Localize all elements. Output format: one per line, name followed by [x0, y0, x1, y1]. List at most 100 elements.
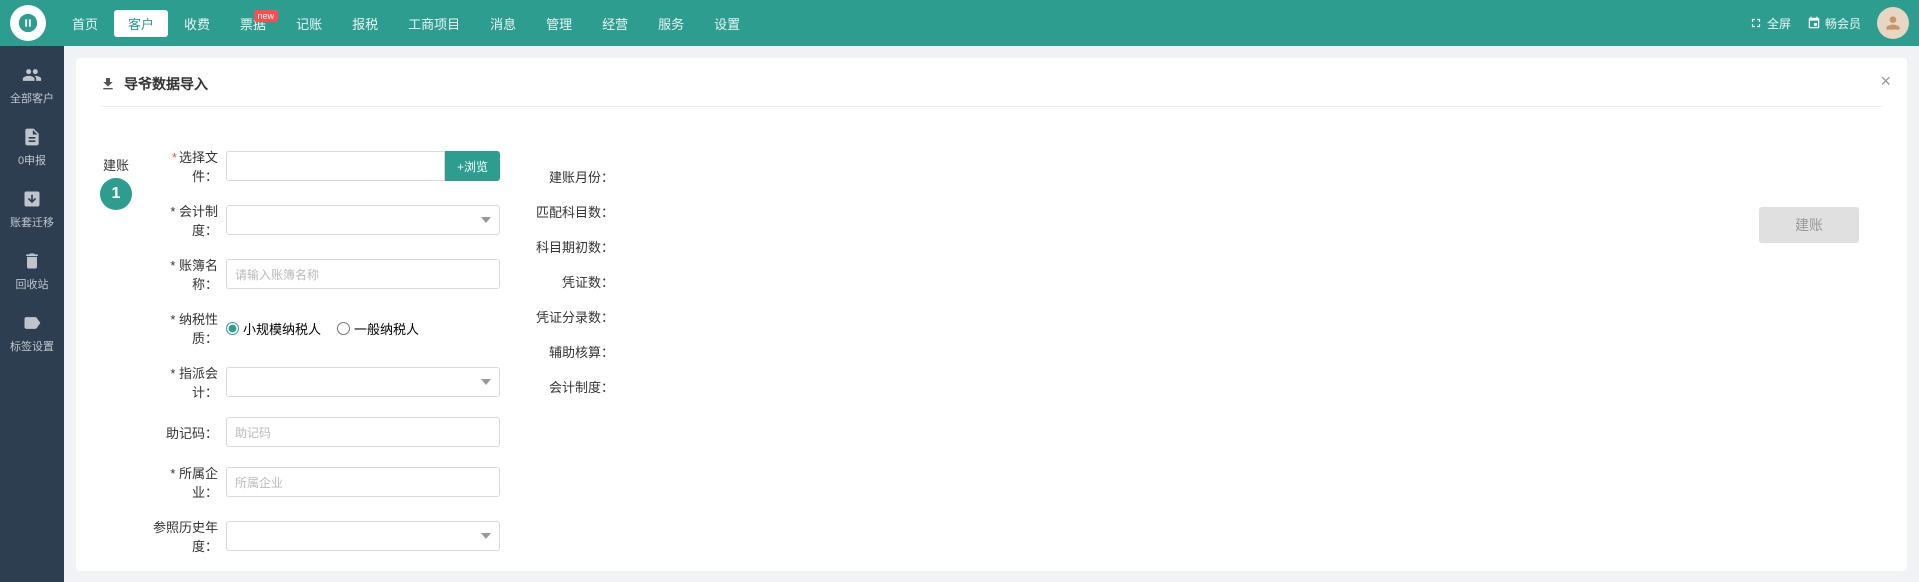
memo-label: 助记码： — [148, 423, 218, 442]
step-section: 建账 1 *选择文件： — [100, 147, 500, 555]
close-button[interactable]: × — [1880, 72, 1891, 90]
sidebar-item-label: 全部客户 — [10, 90, 54, 106]
voucher-label: 凭证数： — [524, 272, 614, 291]
sidebar-item-label: 账套迁移 — [10, 214, 54, 230]
declare-icon — [21, 126, 43, 148]
sidebar-item-all-customers[interactable]: 全部客户 — [0, 54, 64, 116]
accounting-system-select[interactable] — [226, 205, 500, 235]
tax-small-radio[interactable]: 小规模纳税人 — [226, 319, 321, 338]
navbar: 首页 客户 收费 票据 new 记账 报税 工商项目 消息 管理 经营 服务 设… — [0, 0, 1919, 46]
sidebar-item-trash[interactable]: 回收站 — [0, 240, 64, 302]
tag-icon — [21, 312, 43, 334]
accounting-system-info-row: 会计制度： — [524, 377, 1759, 396]
sidebar: 全部客户 0申报 账套迁移 回收站 — [0, 46, 64, 582]
subjects-initial-row: 科目期初数： — [524, 237, 1759, 256]
history-year-row: 参照历史年度： — [148, 517, 500, 555]
step-circle: 1 — [100, 178, 132, 210]
new-badge: new — [254, 10, 279, 22]
form-left: 建账 1 *选择文件： — [100, 127, 500, 555]
nav-operate[interactable]: 经营 — [588, 10, 642, 37]
fullscreen-icon — [1749, 16, 1763, 30]
match-subjects-label: 匹配科目数： — [524, 202, 614, 221]
build-button[interactable]: 建账 — [1759, 207, 1859, 243]
sidebar-item-label: 标签设置 — [10, 338, 54, 354]
voucher-entries-label: 凭证分录数： — [524, 307, 614, 326]
voucher-entries-row: 凭证分录数： — [524, 307, 1759, 326]
right-col-info: 建账月份： 匹配科目数： 科目期初数： — [524, 147, 1759, 535]
history-year-select[interactable] — [226, 521, 500, 551]
nav-service[interactable]: 服务 — [644, 10, 698, 37]
content-area: 导爷数据导入 × 建账 1 — [64, 46, 1919, 582]
accounting-system-row: * 会计制度： — [148, 201, 500, 239]
nav-fee[interactable]: 收费 — [170, 10, 224, 37]
form-fields: *选择文件： +浏览 * 会计制度： — [148, 147, 500, 555]
step-text: 建账 — [103, 155, 129, 174]
company-row: * 所属企业： — [148, 463, 500, 501]
tax-general-input[interactable] — [337, 322, 350, 335]
tax-type-row: * 纳税性质： 小规模纳税人 一般纳税人 — [148, 309, 500, 347]
auxiliary-row: 辅助核算： — [524, 342, 1759, 361]
sidebar-item-label: 0申报 — [18, 152, 46, 168]
voucher-row: 凭证数： — [524, 272, 1759, 291]
nav-customer[interactable]: 客户 — [114, 10, 168, 37]
form-container: 建账 1 *选择文件： — [100, 127, 1883, 555]
accountant-label: * 指派会计： — [148, 363, 218, 401]
memo-input[interactable] — [226, 417, 500, 447]
nav-business[interactable]: 工商项目 — [394, 10, 474, 37]
tax-type-label: * 纳税性质： — [148, 309, 218, 347]
tax-general-radio[interactable]: 一般纳税人 — [337, 319, 419, 338]
tax-small-input[interactable] — [226, 322, 239, 335]
nav-message[interactable]: 消息 — [476, 10, 530, 37]
browse-button[interactable]: +浏览 — [445, 151, 500, 181]
auxiliary-label: 辅助核算： — [524, 342, 614, 361]
main-card: 导爷数据导入 × 建账 1 — [76, 58, 1907, 571]
trash-icon — [21, 250, 43, 272]
fullscreen-btn[interactable]: 全屏 — [1749, 15, 1791, 32]
tax-radio-group: 小规模纳税人 一般纳税人 — [226, 319, 419, 338]
migrate-icon — [21, 188, 43, 210]
file-label: *选择文件： — [148, 147, 218, 185]
page-title: 导爷数据导入 — [124, 74, 208, 94]
company-label: * 所属企业： — [148, 463, 218, 501]
sidebar-item-tag[interactable]: 标签设置 — [0, 302, 64, 364]
file-row: *选择文件： +浏览 — [148, 147, 500, 185]
sidebar-item-label: 回收站 — [16, 276, 49, 292]
sidebar-item-declare[interactable]: 0申报 — [0, 116, 64, 178]
accounting-system-info-label: 会计制度： — [524, 377, 614, 396]
import-icon — [100, 76, 116, 92]
accountant-select[interactable] — [226, 367, 500, 397]
step-label: 建账 1 — [100, 147, 132, 210]
form-right: 建账月份： 匹配科目数： 科目期初数： — [500, 127, 1883, 555]
company-input[interactable] — [226, 467, 500, 497]
card-header: 导爷数据导入 — [100, 74, 1883, 107]
file-text-input[interactable] — [226, 151, 445, 181]
history-year-label: 参照历史年度： — [148, 517, 218, 555]
build-month-row: 建账月份： — [524, 167, 1759, 186]
nav-items: 首页 客户 收费 票据 new 记账 报税 工商项目 消息 管理 经营 服务 设… — [58, 10, 1749, 37]
avatar-icon — [1883, 13, 1903, 33]
memo-row: 助记码： — [148, 417, 500, 447]
nav-home[interactable]: 首页 — [58, 10, 112, 37]
member-btn[interactable]: 畅会员 — [1807, 15, 1861, 32]
nav-ticket[interactable]: 票据 new — [226, 10, 280, 37]
right-columns: 建账月份： 匹配科目数： 科目期初数： — [524, 147, 1859, 535]
subjects-initial-label: 科目期初数： — [524, 237, 614, 256]
nav-account[interactable]: 记账 — [282, 10, 336, 37]
nav-tax[interactable]: 报税 — [338, 10, 392, 37]
accounting-system-label: * 会计制度： — [148, 201, 218, 239]
navbar-right: 全屏 畅会员 — [1749, 7, 1909, 39]
main-layout: 全部客户 0申报 账套迁移 回收站 — [0, 46, 1919, 582]
build-month-label: 建账月份： — [524, 167, 614, 186]
account-name-input[interactable] — [226, 259, 500, 289]
logo[interactable] — [10, 5, 46, 41]
sidebar-item-migrate[interactable]: 账套迁移 — [0, 178, 64, 240]
member-icon — [1807, 16, 1821, 30]
users-icon — [21, 64, 43, 86]
avatar[interactable] — [1877, 7, 1909, 39]
match-subjects-row: 匹配科目数： — [524, 202, 1759, 221]
nav-settings[interactable]: 设置 — [700, 10, 754, 37]
account-name-label: * 账簿名称： — [148, 255, 218, 293]
right-col-actions: 建账 — [1759, 147, 1859, 535]
nav-manage[interactable]: 管理 — [532, 10, 586, 37]
accountant-row: * 指派会计： — [148, 363, 500, 401]
